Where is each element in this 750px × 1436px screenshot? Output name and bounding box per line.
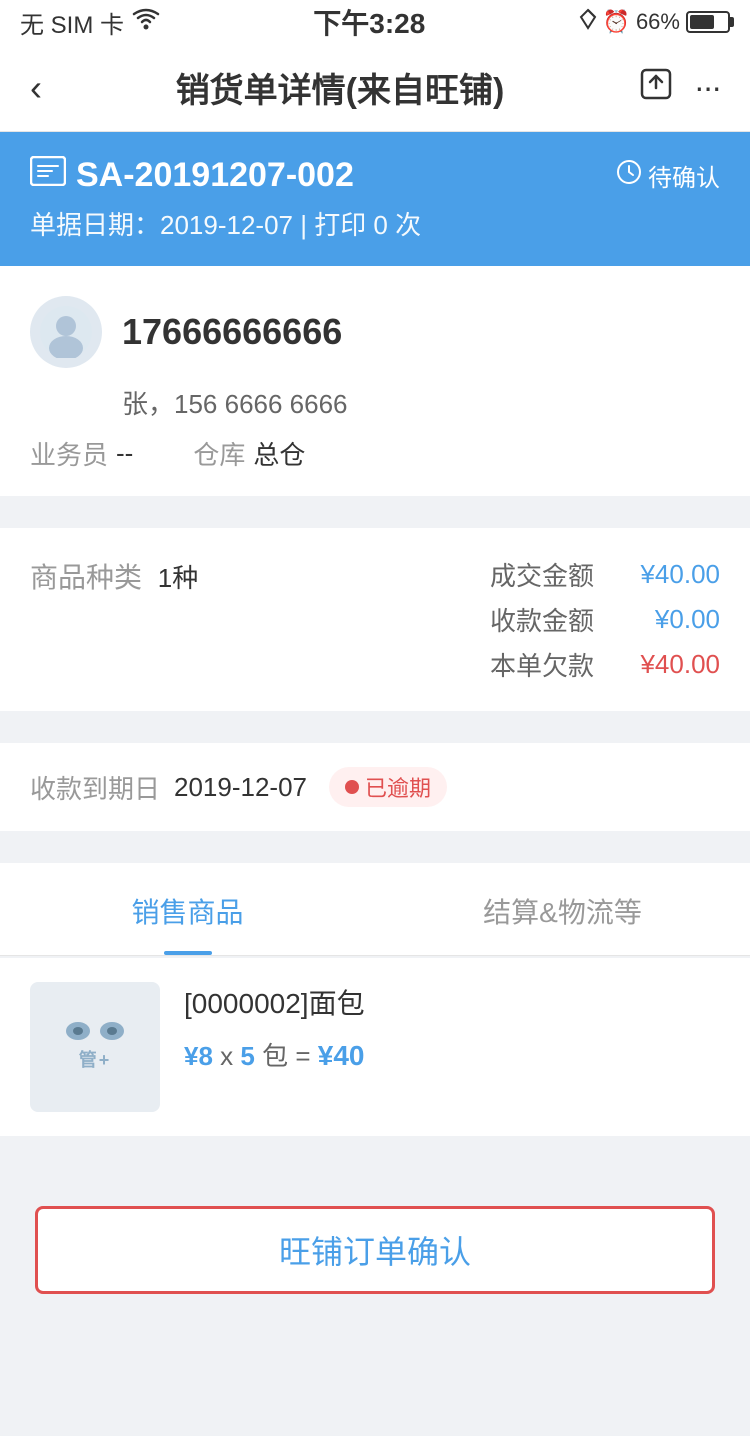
share-icon[interactable] [638, 66, 674, 109]
collected-label: 收款金额 [490, 601, 594, 638]
carrier-label: 无 SIM 卡 [20, 5, 124, 40]
customer-meta: 业务员 -- 仓库 总仓 [30, 435, 720, 472]
warehouse-value: 总仓 [253, 435, 305, 472]
price-unit: ¥8 [184, 1041, 213, 1071]
customer-section: 17666666666 张，156 6666 6666 业务员 -- 仓库 总仓 [0, 266, 750, 496]
transaction-amount-line: 成交金额 ¥40.00 [490, 556, 720, 593]
customer-phone: 17666666666 [122, 311, 342, 353]
collected-amount-line: 收款金额 ¥0.00 [490, 601, 720, 638]
more-icon[interactable]: ··· [694, 69, 720, 106]
overdue-dot-icon [345, 780, 359, 794]
order-id: SA-20191207-002 [30, 156, 354, 195]
owed-value: ¥40.00 [610, 649, 720, 680]
avatar [30, 296, 102, 368]
product-types-label: 商品种类 [30, 562, 142, 593]
owl-text: 管+ [79, 1046, 112, 1072]
price-total: ¥40 [318, 1040, 365, 1071]
product-item: 管+ [0000002]面包 ¥8 x 5 包 = ¥40 [30, 982, 720, 1112]
order-date: 单据日期：2019-12-07 | 打印 0 次 [30, 205, 720, 242]
collected-value: ¥0.00 [610, 604, 720, 635]
time-label: 下午3:28 [313, 2, 425, 42]
product-count-value: 1种 [158, 563, 198, 593]
salesperson-value: -- [116, 438, 133, 469]
owed-label: 本单欠款 [490, 646, 594, 683]
bottom-button-container: 旺铺订单确认 [35, 1206, 715, 1294]
status-bar: 无 SIM 卡 下午3:28 ⏰ 66% [0, 0, 750, 44]
product-name: [0000002]面包 [184, 982, 720, 1022]
owl-eye-right [100, 1022, 124, 1040]
status-right: ⏰ 66% [579, 8, 730, 36]
nav-actions: ··· [638, 66, 720, 109]
tabs-section: 销售商品 结算&物流等 [0, 863, 750, 956]
multiply-sign: x [220, 1041, 233, 1071]
tab-sales-products[interactable]: 销售商品 [0, 863, 375, 955]
alarm-icon: ⏰ [603, 9, 630, 35]
quantity: 5 [240, 1041, 254, 1071]
owl-eye-left [66, 1022, 90, 1040]
product-price: ¥8 x 5 包 = ¥40 [184, 1036, 720, 1073]
customer-name: 张，156 6666 6666 [30, 384, 720, 421]
battery-icon [686, 11, 730, 33]
equals-sign: = [295, 1041, 310, 1071]
location-icon [579, 8, 597, 36]
overdue-badge: 已逾期 [329, 767, 447, 807]
unit-label: 包 [262, 1041, 288, 1071]
nav-bar: ‹ 销货单详情(来自旺铺) ··· [0, 44, 750, 132]
order-header-card: SA-20191207-002 待确认 单据日期：2019-12-07 | 打印… [0, 132, 750, 266]
amounts-group: 成交金额 ¥40.00 收款金额 ¥0.00 本单欠款 ¥40.00 [490, 556, 720, 683]
tab-settlement[interactable]: 结算&物流等 [375, 863, 750, 955]
transaction-value: ¥40.00 [610, 559, 720, 590]
warehouse-item: 仓库 总仓 [193, 435, 305, 472]
order-status-badge: 待确认 [616, 158, 720, 193]
product-thumbnail: 管+ [30, 982, 160, 1112]
overdue-label: 已逾期 [365, 771, 431, 803]
due-section: 收款到期日 2019-12-07 已逾期 [0, 743, 750, 831]
owed-amount-line: 本单欠款 ¥40.00 [490, 646, 720, 683]
order-icon [30, 156, 66, 195]
confirm-order-button[interactable]: 旺铺订单确认 [35, 1206, 715, 1294]
battery-label: 66% [636, 9, 680, 35]
product-count-group: 商品种类 1种 [30, 556, 198, 596]
owl-logo [66, 1022, 124, 1040]
status-left: 无 SIM 卡 [20, 5, 160, 40]
salesperson-label: 业务员 [30, 435, 108, 472]
transaction-label: 成交金额 [490, 556, 594, 593]
separator-1 [0, 512, 750, 528]
product-info: [0000002]面包 ¥8 x 5 包 = ¥40 [184, 982, 720, 1073]
warehouse-label: 仓库 [193, 435, 245, 472]
back-button[interactable]: ‹ [30, 67, 42, 109]
separator-3 [0, 847, 750, 863]
wifi-icon [132, 8, 160, 37]
page-title: 销货单详情(来自旺铺) [176, 63, 505, 112]
separator-2 [0, 727, 750, 743]
due-date-value: 2019-12-07 [174, 772, 307, 803]
salesperson-item: 业务员 -- [30, 435, 133, 472]
due-date-label: 收款到期日 [30, 769, 160, 806]
product-section: 管+ [0000002]面包 ¥8 x 5 包 = ¥40 [0, 958, 750, 1136]
summary-section: 商品种类 1种 成交金额 ¥40.00 收款金额 ¥0.00 本单欠款 ¥40.… [0, 528, 750, 711]
clock-icon [616, 159, 642, 192]
